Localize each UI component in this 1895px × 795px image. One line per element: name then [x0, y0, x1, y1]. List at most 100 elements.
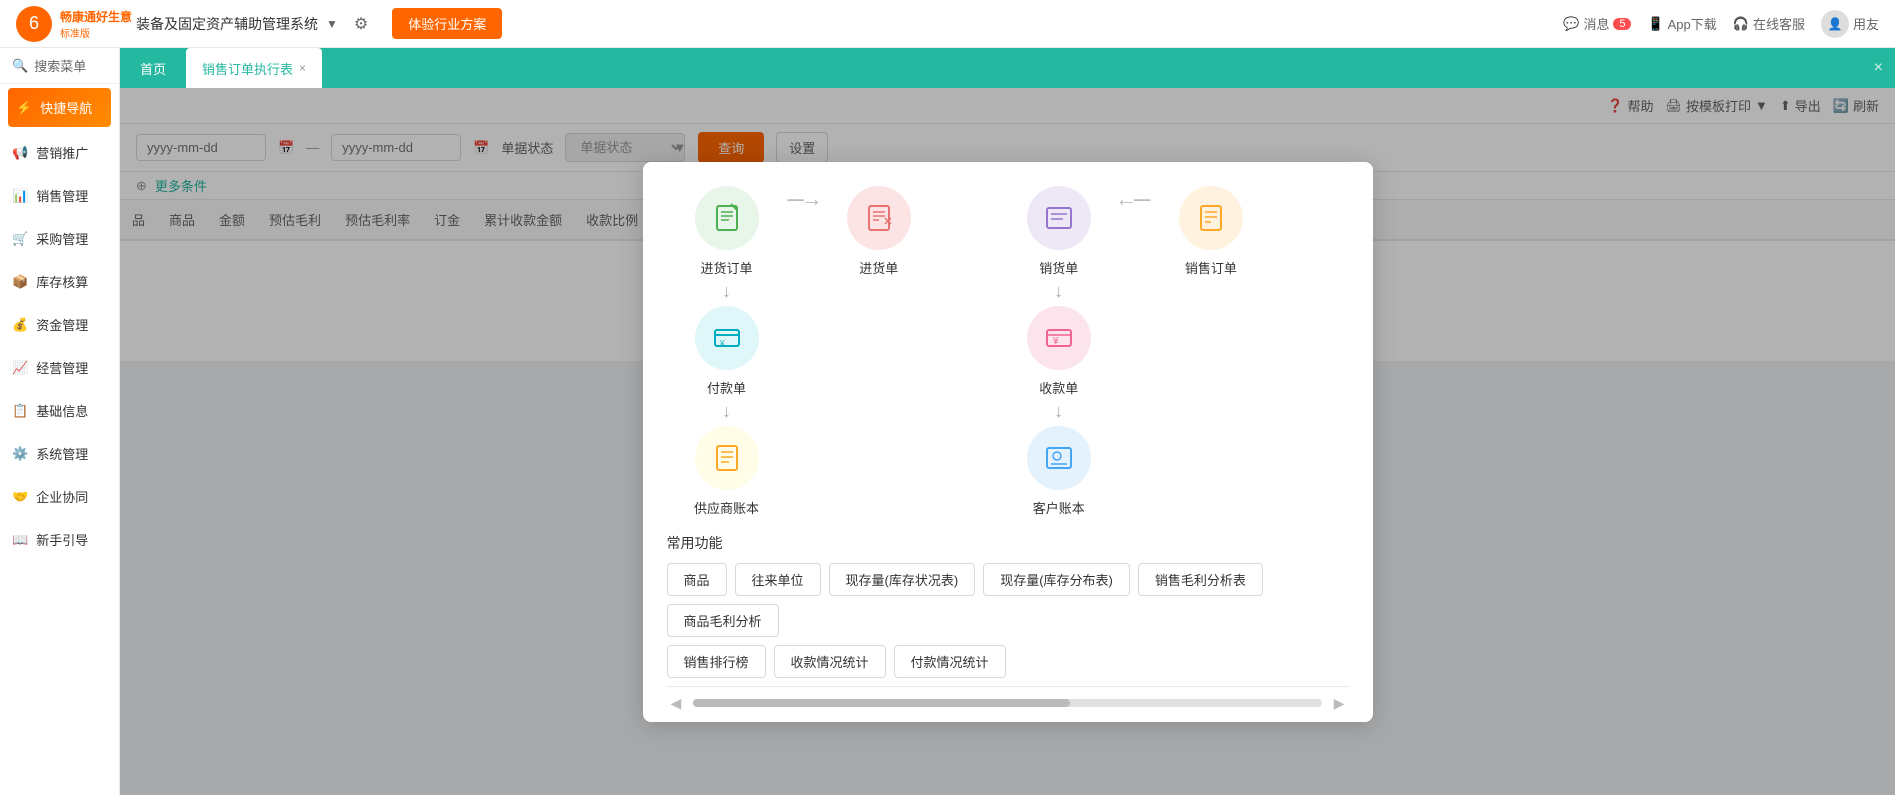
sidebar-item-label-4: 库存核算	[36, 272, 88, 291]
finance-icon: 💰	[12, 317, 28, 333]
sidebar-item-label-0: 快捷导航	[40, 98, 92, 117]
flow-node-receipt[interactable]: ¥ 收款单	[999, 306, 1119, 397]
settings-icon[interactable]: ⚙	[354, 14, 368, 34]
management-icon: 📈	[12, 360, 28, 376]
common-title: 常用功能	[667, 533, 1349, 553]
online-service-icon: 🎧	[1733, 16, 1749, 32]
btn-inventory-dist[interactable]: 现存量(库存分布表)	[983, 563, 1130, 596]
btn-product[interactable]: 商品	[667, 563, 727, 596]
sidebar-item-sales[interactable]: 📊 销售管理	[0, 174, 119, 217]
sidebar-item-collab[interactable]: 🤝 企业协同	[0, 475, 119, 518]
sidebar-item-label-5: 资金管理	[36, 315, 88, 334]
arrow-right-2: - - -→	[1119, 186, 1151, 284]
common-btns-row1: 商品 往来单位 现存量(库存状况表) 现存量(库存分布表) 销售毛利分析表 商品…	[667, 563, 1349, 637]
flow-label-supplier-ledger: 供应商账本	[694, 498, 759, 517]
sidebar-item-label-9: 企业协同	[36, 487, 88, 506]
flow-node-customer-ledger[interactable]: 客户账本	[999, 426, 1119, 517]
flow-node-purchase[interactable]: 进货单	[819, 186, 939, 277]
sale-icon	[1027, 186, 1091, 250]
sidebar-item-label-7: 基础信息	[36, 401, 88, 420]
scroll-right-icon[interactable]: ▶	[1330, 695, 1349, 712]
app-download-icon: 📱	[1647, 16, 1663, 32]
sidebar-item-label-3: 采购管理	[36, 229, 88, 248]
scroll-left-icon[interactable]: ◀	[667, 695, 686, 712]
system-title: 装备及固定资产辅助管理系统	[136, 14, 318, 34]
flow-node-supplier-ledger[interactable]: 供应商账本	[667, 426, 787, 517]
sidebar-item-purchase[interactable]: 🛒 采购管理	[0, 217, 119, 260]
message-label: 消息	[1583, 14, 1609, 33]
online-service-item[interactable]: 🎧 在线客服	[1733, 14, 1805, 33]
sidebar-item-label-8: 系统管理	[36, 444, 88, 463]
arrow-down-4: ↓	[1054, 401, 1063, 422]
scrollbar-track[interactable]	[693, 699, 1321, 707]
message-icon: 💬	[1563, 16, 1579, 32]
flow-label-receipt: 收款单	[1039, 378, 1078, 397]
user-label: 用友	[1853, 14, 1879, 33]
sidebar-item-management[interactable]: 📈 经营管理	[0, 346, 119, 389]
avatar: 👤	[1821, 10, 1849, 38]
logo-subtitle: 标准版	[60, 25, 132, 40]
flow-node-purchase-order[interactable]: 进货订单	[667, 186, 787, 277]
flow-label-customer-ledger: 客户账本	[1033, 498, 1085, 517]
common-btns-row2: 销售排行榜 收款情况统计 付款情况统计	[667, 645, 1349, 678]
arrow-right-1: - - -→	[787, 186, 819, 284]
svg-text:¥: ¥	[719, 339, 725, 348]
flow-node-payment[interactable]: ¥ 付款单	[667, 306, 787, 397]
flow-popup: 进货订单 ↓ ¥ 付款单	[643, 162, 1373, 722]
tab-close-icon[interactable]: ×	[299, 61, 306, 75]
app-download-label: App下载	[1668, 14, 1717, 33]
close-all-icon[interactable]: ×	[1874, 59, 1883, 77]
btn-product-gross[interactable]: 商品毛利分析	[667, 604, 779, 637]
logo-icon: 6	[16, 6, 52, 42]
sidebar-item-system[interactable]: ⚙️ 系统管理	[0, 432, 119, 475]
sidebar-item-marketing[interactable]: 📢 营销推广	[0, 131, 119, 174]
arrow-down-2: ↓	[722, 401, 731, 422]
sidebar-item-finance[interactable]: 💰 资金管理	[0, 303, 119, 346]
trial-button[interactable]: 体验行业方案	[392, 8, 502, 39]
sidebar-item-quick-nav[interactable]: ⚡ 快捷导航	[8, 88, 111, 127]
tab-sales-order[interactable]: 销售订单执行表 ×	[186, 48, 322, 88]
receipt-icon: ¥	[1027, 306, 1091, 370]
svg-text:¥: ¥	[1052, 336, 1059, 347]
quick-nav-icon: ⚡	[16, 100, 32, 116]
scrollbar-thumb[interactable]	[693, 699, 1070, 707]
guide-icon: 📖	[12, 532, 28, 548]
sidebar-item-label-6: 经营管理	[36, 358, 88, 377]
purchase-icon	[847, 186, 911, 250]
flow-label-sale: 销货单	[1039, 258, 1078, 277]
home-tab-label: 首页	[140, 59, 166, 78]
user-item[interactable]: 👤 用友	[1821, 10, 1879, 38]
sale-order-icon	[1179, 186, 1243, 250]
btn-receipt-stats[interactable]: 收款情况统计	[774, 645, 886, 678]
sales-icon: 📊	[12, 188, 28, 204]
search-menu-label: 搜索菜单	[34, 56, 86, 75]
search-menu[interactable]: 🔍 搜索菜单	[0, 48, 119, 84]
sidebar-item-inventory[interactable]: 📦 库存核算	[0, 260, 119, 303]
logo-title: 畅康通好生意	[60, 8, 132, 25]
btn-sales-gross[interactable]: 销售毛利分析表	[1138, 563, 1263, 596]
btn-payment-stats[interactable]: 付款情况统计	[894, 645, 1006, 678]
sidebar-item-basic-info[interactable]: 📋 基础信息	[0, 389, 119, 432]
btn-counterpart[interactable]: 往来单位	[735, 563, 821, 596]
btn-inventory-status[interactable]: 现存量(库存状况表)	[829, 563, 976, 596]
flow-label-purchase-order: 进货订单	[700, 258, 752, 277]
message-item[interactable]: 💬 消息 5	[1563, 14, 1631, 33]
flow-node-sale-order[interactable]: 销售订单	[1151, 186, 1271, 277]
flow-label-sale-order: 销售订单	[1185, 258, 1237, 277]
scrollbar-area: ◀ ▶	[667, 686, 1349, 720]
dropdown-arrow-icon[interactable]: ▼	[326, 17, 338, 31]
arrow-down-3: ↓	[1054, 281, 1063, 302]
flow-label-purchase: 进货单	[859, 258, 898, 277]
app-download-item[interactable]: 📱 App下载	[1647, 14, 1716, 33]
basic-info-icon: 📋	[12, 403, 28, 419]
flow-node-sale[interactable]: 销货单	[999, 186, 1119, 277]
online-service-label: 在线客服	[1753, 14, 1805, 33]
sidebar-item-label-1: 营销推广	[36, 143, 88, 162]
inventory-icon: 📦	[12, 274, 28, 290]
tab-home[interactable]: 首页	[120, 48, 186, 88]
sidebar-item-guide[interactable]: 📖 新手引导	[0, 518, 119, 561]
system-icon: ⚙️	[12, 446, 28, 462]
marketing-icon: 📢	[12, 145, 28, 161]
customer-ledger-icon	[1027, 426, 1091, 490]
btn-sales-rank[interactable]: 销售排行榜	[667, 645, 766, 678]
